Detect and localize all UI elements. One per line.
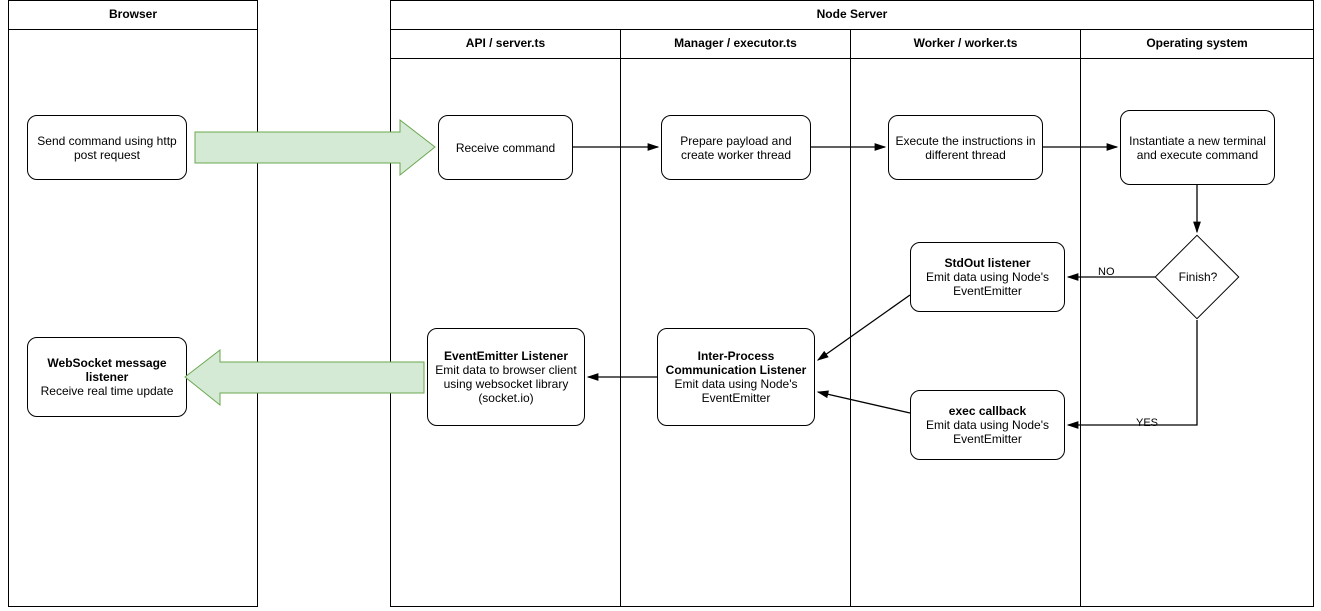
node-ipc-listener: Inter-Process Communication Listener Emi… (657, 328, 815, 426)
node-event-emitter-listener-desc: Emit data to browser client using websoc… (434, 363, 578, 405)
node-receive-command: Receive command (438, 115, 573, 180)
node-prepare-payload-text: Prepare payload and create worker thread (668, 134, 804, 162)
node-event-emitter-listener: EventEmitter Listener Emit data to brows… (427, 328, 585, 426)
node-exec-callback: exec callback Emit data using Node's Eve… (910, 390, 1065, 460)
node-receive-command-text: Receive command (456, 141, 555, 155)
node-execute-instructions: Execute the instructions in different th… (888, 115, 1043, 180)
node-instantiate-terminal: Instantiate a new terminal and execute c… (1120, 110, 1275, 185)
lane-header-node-server: Node Server (390, 0, 1314, 30)
diagram-canvas: Browser Node Server API / server.ts Mana… (0, 0, 1321, 611)
node-send-command: Send command using http post request (27, 115, 187, 180)
edge-label-no: NO (1098, 266, 1115, 278)
node-ws-listener-title: WebSocket message listener (34, 356, 180, 384)
node-finish-label: Finish? (1177, 270, 1219, 284)
node-stdout-listener: StdOut listener Emit data using Node's E… (910, 242, 1065, 312)
lane-header-manager: Manager / executor.ts (620, 29, 851, 59)
node-stdout-listener-desc: Emit data using Node's EventEmitter (917, 270, 1058, 298)
lane-header-os: Operating system (1080, 29, 1314, 59)
node-exec-callback-desc: Emit data using Node's EventEmitter (917, 418, 1058, 446)
node-execute-instructions-text: Execute the instructions in different th… (895, 134, 1036, 162)
node-prepare-payload: Prepare payload and create worker thread (661, 115, 811, 180)
lane-header-browser: Browser (8, 0, 258, 30)
edge-label-yes: YES (1136, 417, 1158, 429)
node-ipc-listener-desc: Emit data using Node's EventEmitter (664, 377, 808, 405)
node-event-emitter-listener-title: EventEmitter Listener (444, 349, 568, 363)
lane-header-worker: Worker / worker.ts (850, 29, 1081, 59)
node-ws-listener-desc: Receive real time update (41, 384, 174, 398)
node-send-command-text: Send command using http post request (34, 134, 180, 162)
node-ws-listener: WebSocket message listener Receive real … (27, 337, 187, 417)
node-ipc-listener-title: Inter-Process Communication Listener (664, 349, 808, 377)
node-instantiate-terminal-text: Instantiate a new terminal and execute c… (1127, 134, 1268, 162)
lane-header-api: API / server.ts (390, 29, 621, 59)
node-exec-callback-title: exec callback (949, 404, 1026, 418)
node-stdout-listener-title: StdOut listener (944, 256, 1030, 270)
